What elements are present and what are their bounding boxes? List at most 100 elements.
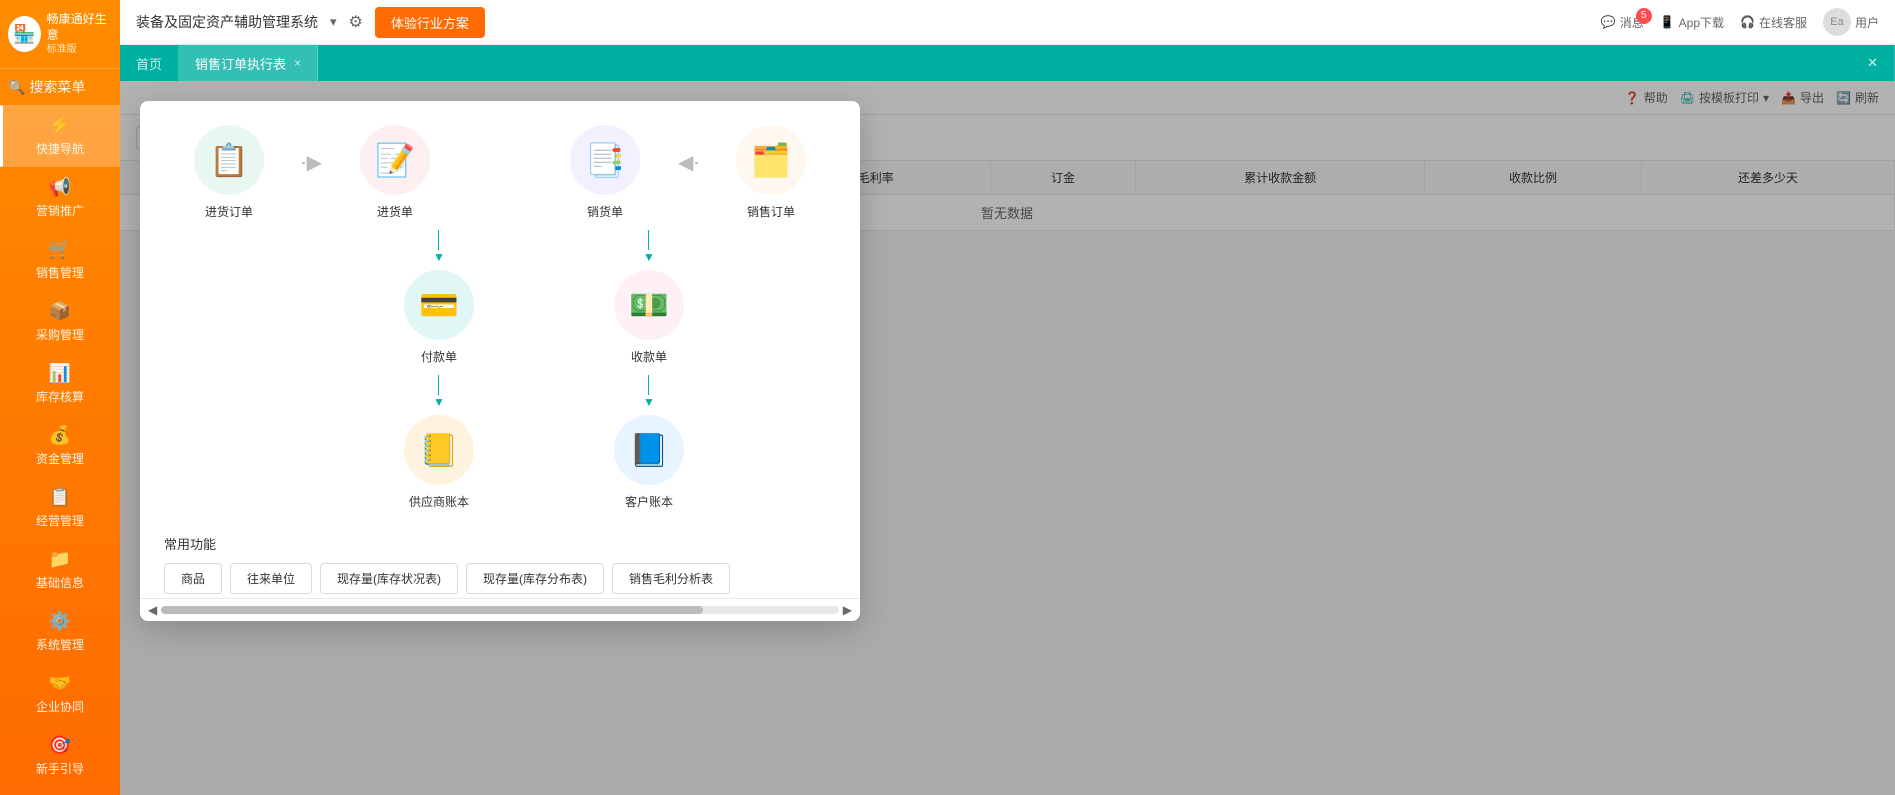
sidebar-item-inventory[interactable]: 📊 库存核算 xyxy=(0,353,120,415)
flow-row-3: 📒 供应商账本 📘 客户账本 xyxy=(164,415,836,510)
arrow-down-payment-in: ▼ xyxy=(643,373,655,411)
modal-scrollbar: ◀ ▶ xyxy=(140,598,860,621)
arrow-purchase-to-purchase-order: ▶ xyxy=(294,150,330,175)
experience-btn[interactable]: 体验行业方案 xyxy=(375,7,485,38)
supplier-ledger-label: 供应商账本 xyxy=(409,493,469,510)
scroll-left-arrow[interactable]: ◀ xyxy=(148,603,157,617)
search-icon: 🔍 xyxy=(8,79,25,96)
main-content: ❓ 帮助 🖨 按模板打印 ▾ 📤 导出 🔄 刷新 📅 单据状态 查询 xyxy=(120,81,1895,795)
sidebar-logo: 🏪 畅康通好生意 标准版 xyxy=(0,0,120,69)
flow-arrows-down: ▼ ▼ xyxy=(164,228,836,266)
arrow-down-payment-out: ▼ xyxy=(433,373,445,411)
message-icon: 💬 xyxy=(1601,15,1616,29)
headset-icon: 🎧 xyxy=(1740,15,1755,29)
purchase-icon: 📦 xyxy=(49,301,71,322)
header-left: 装备及固定资产辅助管理系统 ▾ ⚙ 体验行业方案 xyxy=(136,7,485,38)
quick-nav-icon: ⚡ xyxy=(49,115,71,136)
sale-order-label: 销售订单 xyxy=(747,203,795,220)
tab-close-btn[interactable]: × xyxy=(294,56,301,70)
flow-payment-out[interactable]: 💳 付款单 xyxy=(374,270,504,365)
flow-arrows-down-2: ▼ ▼ xyxy=(164,373,836,411)
avatar: Ea xyxy=(1823,8,1851,36)
common-btn-stock-dist[interactable]: 现存量(库存分布表) xyxy=(466,563,604,594)
sidebar-item-system[interactable]: ⚙️ 系统管理 xyxy=(0,601,120,663)
flow-payment-in[interactable]: 💵 收款单 xyxy=(584,270,714,365)
logo-text: 畅康通好生意 标准版 xyxy=(47,12,112,56)
sidebar-item-finance[interactable]: 💰 资金管理 xyxy=(0,415,120,477)
common-buttons-group: 商品 往来单位 现存量(库存状况表) 现存量(库存分布表) 销售毛利分析表 商品… xyxy=(164,563,836,598)
flow-section: 📋 进货订单 ▶ 📝 xyxy=(164,125,836,510)
modal: 📋 进货订单 ▶ 📝 xyxy=(140,101,860,621)
sidebar-search[interactable]: 🔍 搜索菜单 xyxy=(0,69,120,105)
sidebar-item-basic[interactable]: 📁 基础信息 xyxy=(0,539,120,601)
header-title: 装备及固定资产辅助管理系统 xyxy=(136,12,318,32)
common-functions-section: 常用功能 商品 往来单位 现存量(库存状况表) 现存量(库存分布表) 销售毛利分… xyxy=(164,534,836,598)
app-download-action[interactable]: 📱 App下载 xyxy=(1660,14,1724,31)
system-icon: ⚙️ xyxy=(49,611,71,632)
sales-icon: 🛒 xyxy=(49,239,71,260)
operation-icon: 📋 xyxy=(49,487,71,508)
common-btn-sale-margin[interactable]: 销售毛利分析表 xyxy=(612,563,730,594)
tab-bar: 首页 销售订单执行表 × ✕ xyxy=(120,45,1895,81)
common-btn-stock-status[interactable]: 现存量(库存状况表) xyxy=(320,563,458,594)
marketing-icon: 📢 xyxy=(49,177,71,198)
header: 装备及固定资产辅助管理系统 ▾ ⚙ 体验行业方案 💬 消息 5 📱 App下载 … xyxy=(120,0,1895,45)
flow-sale[interactable]: 📑 销货单 xyxy=(540,125,670,220)
tab-home[interactable]: 首页 xyxy=(120,45,179,81)
scroll-track[interactable] xyxy=(161,606,839,614)
customer-ledger-label: 客户账本 xyxy=(625,493,673,510)
supplier-ledger-circle: 📒 xyxy=(404,415,474,485)
header-right: 💬 消息 5 📱 App下载 🎧 在线客服 Ea 用户 xyxy=(1601,8,1879,36)
sidebar-item-sales[interactable]: 🛒 销售管理 xyxy=(0,229,120,291)
flow-customer-ledger[interactable]: 📘 客户账本 xyxy=(584,415,714,510)
flow-supplier-ledger[interactable]: 📒 供应商账本 xyxy=(374,415,504,510)
customer-ledger-circle: 📘 xyxy=(614,415,684,485)
header-dropdown[interactable]: ▾ xyxy=(330,14,337,30)
sidebar-nav: ⚡ 快捷导航 📢 营销推广 🛒 销售管理 📦 采购管理 📊 库存核算 💰 资金管… xyxy=(0,105,120,795)
newuser-icon: 🎯 xyxy=(49,735,71,756)
flow-row-2: 💳 付款单 💵 收款单 xyxy=(164,270,836,365)
flow-sale-order[interactable]: 🗂️ 销售订单 xyxy=(706,125,836,220)
basic-icon: 📁 xyxy=(49,549,71,570)
payment-out-label: 付款单 xyxy=(421,348,457,365)
sidebar-item-quick-nav[interactable]: ⚡ 快捷导航 xyxy=(0,105,120,167)
sidebar-item-newuser[interactable]: 🎯 新手引导 xyxy=(0,725,120,787)
flow-purchase[interactable]: 📝 进货单 xyxy=(330,125,460,220)
common-btn-counterpart[interactable]: 往来单位 xyxy=(230,563,312,594)
sidebar-item-operation[interactable]: 📋 经营管理 xyxy=(0,477,120,539)
arrow-down-sale: ▼ xyxy=(643,228,655,266)
purchase-circle: 📝 xyxy=(360,125,430,195)
user-action[interactable]: Ea 用户 xyxy=(1823,8,1879,36)
purchase-order-label: 进货订单 xyxy=(205,203,253,220)
online-service-action[interactable]: 🎧 在线客服 xyxy=(1740,14,1807,31)
inventory-icon: 📊 xyxy=(49,363,71,384)
logo-icon: 🏪 xyxy=(8,16,41,52)
tab-sale-order[interactable]: 销售订单执行表 × xyxy=(179,45,318,81)
flow-purchase-order[interactable]: 📋 进货订单 xyxy=(164,125,294,220)
modal-overlay[interactable]: 📋 进货订单 ▶ 📝 xyxy=(120,81,1895,795)
arrow-down-purchase: ▼ xyxy=(433,228,445,266)
finance-icon: 💰 xyxy=(49,425,71,446)
settings-icon[interactable]: ⚙ xyxy=(349,12,363,32)
purchase-order-circle: 📋 xyxy=(194,125,264,195)
sidebar-item-enterprise[interactable]: 🤝 企业协同 xyxy=(0,663,120,725)
modal-body: 📋 进货订单 ▶ 📝 xyxy=(140,101,860,598)
scroll-right-arrow[interactable]: ▶ xyxy=(843,603,852,617)
payment-in-label: 收款单 xyxy=(631,348,667,365)
tab-close-window[interactable]: ✕ xyxy=(1851,45,1895,81)
sale-order-circle: 🗂️ xyxy=(736,125,806,195)
payment-in-circle: 💵 xyxy=(614,270,684,340)
payment-out-circle: 💳 xyxy=(404,270,474,340)
scroll-thumb xyxy=(161,606,703,614)
message-action[interactable]: 💬 消息 5 xyxy=(1601,14,1644,31)
sidebar-item-purchase[interactable]: 📦 采购管理 xyxy=(0,291,120,353)
sidebar-item-marketing[interactable]: 📢 营销推广 xyxy=(0,167,120,229)
sale-circle: 📑 xyxy=(570,125,640,195)
message-badge: 5 xyxy=(1636,8,1652,24)
flow-row-1: 📋 进货订单 ▶ 📝 xyxy=(164,125,836,220)
purchase-label: 进货单 xyxy=(377,203,413,220)
sidebar: 🏪 畅康通好生意 标准版 🔍 搜索菜单 ⚡ 快捷导航 📢 营销推广 🛒 销售管理… xyxy=(0,0,120,795)
sale-label: 销货单 xyxy=(587,203,623,220)
app-download-icon: 📱 xyxy=(1660,15,1675,29)
common-btn-product[interactable]: 商品 xyxy=(164,563,222,594)
